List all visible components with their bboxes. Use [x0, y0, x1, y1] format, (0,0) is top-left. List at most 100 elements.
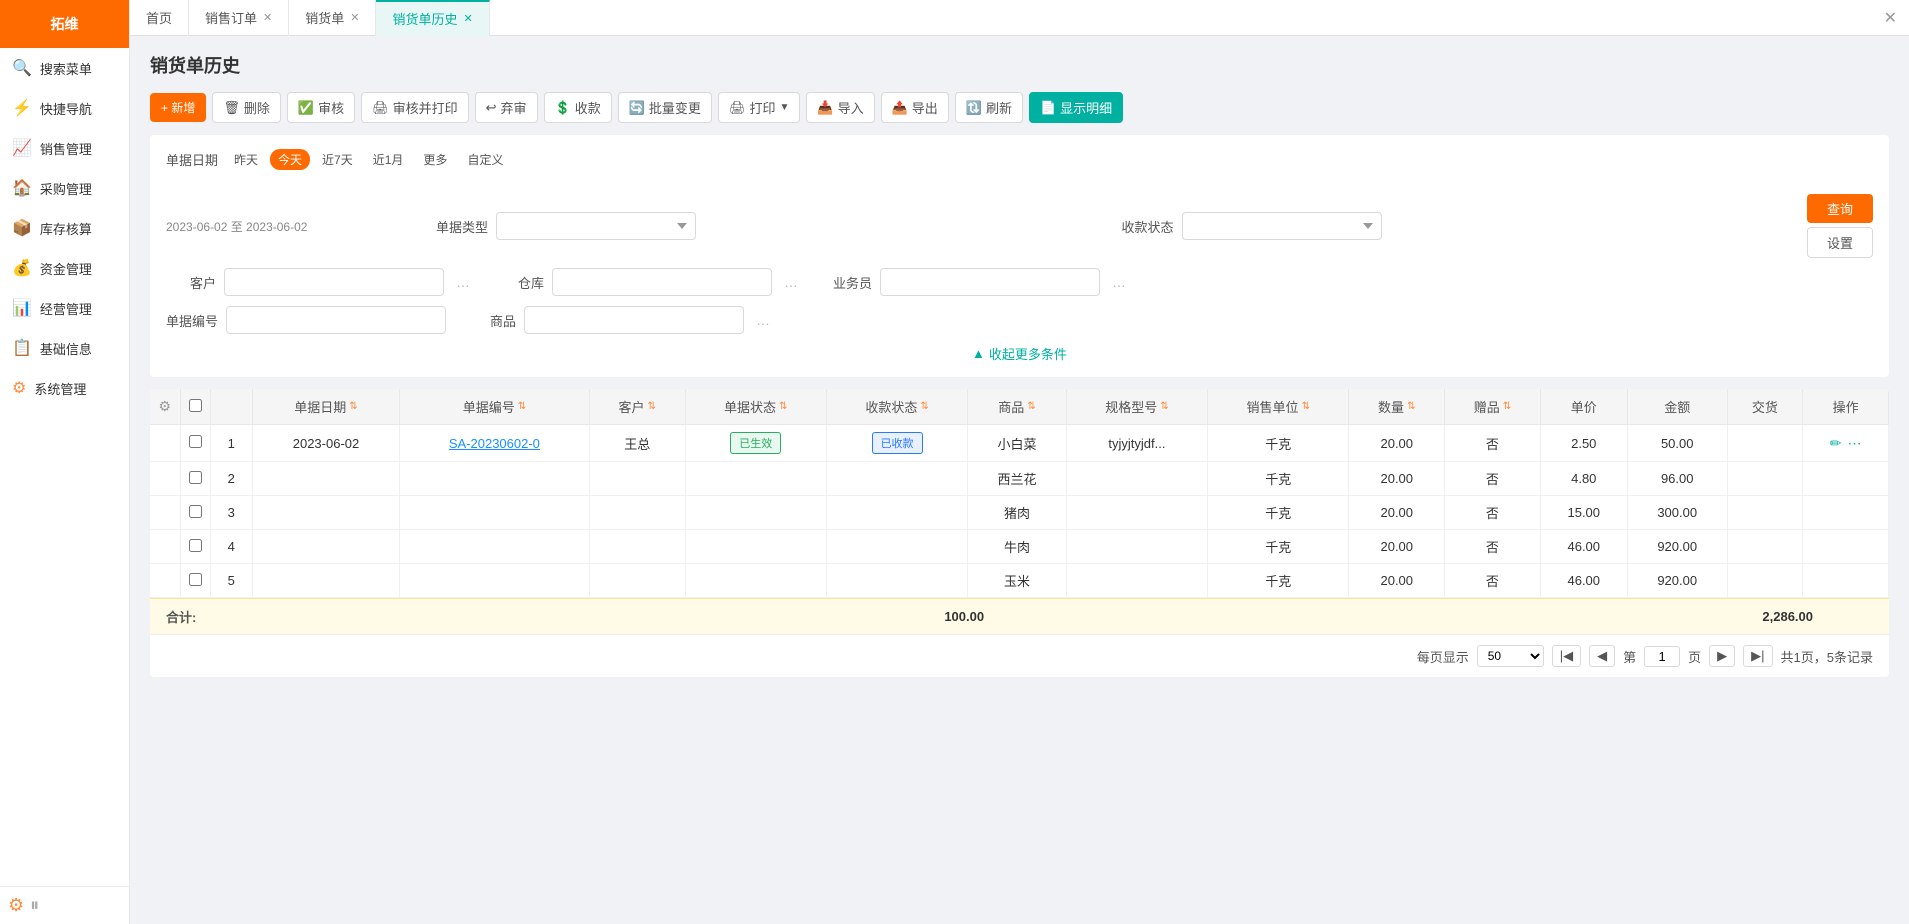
- sort-goods-icon[interactable]: ⇅: [1027, 401, 1035, 412]
- sidebar-item-operations[interactable]: 📊 经营管理: [0, 288, 129, 328]
- sort-doc-no-icon[interactable]: ⇅: [518, 401, 526, 412]
- cell-doc-no-0[interactable]: SA-20230602-0: [399, 425, 589, 462]
- th-customer[interactable]: 客户 ⇅: [589, 389, 685, 425]
- th-doc-status[interactable]: 单据状态 ⇅: [685, 389, 826, 425]
- footer-label: 合计:: [166, 607, 246, 626]
- tab-shipment-close[interactable]: ✕: [350, 11, 359, 24]
- date-7days[interactable]: 近7天: [314, 149, 361, 170]
- sidebar-settings-icon[interactable]: ⚙: [8, 895, 24, 916]
- doc-type-select[interactable]: [496, 212, 696, 240]
- th-doc-date[interactable]: 单据日期 ⇅: [253, 389, 400, 425]
- page-input[interactable]: [1644, 646, 1680, 667]
- prev-page-button[interactable]: ◀: [1589, 645, 1615, 667]
- table-gear-icon[interactable]: ⚙: [158, 398, 171, 414]
- show-detail-button[interactable]: 📄 显示明细: [1029, 92, 1123, 123]
- sort-doc-status-icon[interactable]: ⇅: [779, 401, 787, 412]
- table-scroll[interactable]: ⚙ 单据日期 ⇅: [150, 389, 1889, 598]
- more-icon-0[interactable]: ⋯: [1847, 435, 1861, 452]
- date-1month[interactable]: 近1月: [365, 149, 412, 170]
- audit-print-button[interactable]: 🖨 审核并打印: [361, 92, 469, 123]
- row-checkbox-3[interactable]: [189, 539, 202, 552]
- select-all-checkbox[interactable]: [189, 399, 202, 412]
- doc-no-input[interactable]: [226, 306, 446, 334]
- tab-sales-order[interactable]: 销售订单 ✕: [189, 0, 289, 36]
- sidebar-item-finance[interactable]: 💰 资金管理: [0, 248, 129, 288]
- settings-filter-button[interactable]: 设置: [1807, 227, 1873, 258]
- goods-input[interactable]: [524, 306, 744, 334]
- customer-input[interactable]: [224, 268, 444, 296]
- sidebar-item-inventory[interactable]: 📦 库存核算: [0, 208, 129, 248]
- row-checkbox-1[interactable]: [189, 471, 202, 484]
- th-unit[interactable]: 销售单位 ⇅: [1208, 389, 1349, 425]
- tab-sales-order-close[interactable]: ✕: [263, 11, 272, 24]
- goods-select-icon[interactable]: …: [752, 312, 774, 328]
- filter-actions: 查询 设置: [1807, 194, 1873, 258]
- doc-type-label: 单据类型: [436, 217, 488, 236]
- next-page-button[interactable]: ▶: [1709, 645, 1735, 667]
- tab-home[interactable]: 首页: [130, 0, 189, 36]
- collapse-btn[interactable]: ▲ 收起更多条件: [166, 344, 1873, 363]
- cell-checkbox-0[interactable]: [180, 425, 210, 462]
- per-page-select[interactable]: 50 100 200: [1477, 645, 1544, 667]
- sort-qty-icon[interactable]: ⇅: [1407, 401, 1415, 412]
- sort-gift-icon[interactable]: ⇅: [1503, 401, 1511, 412]
- collect-button[interactable]: 💲 收款: [544, 92, 612, 123]
- cell-goods-3: 牛肉: [968, 530, 1066, 564]
- new-button[interactable]: + 新增: [150, 93, 206, 122]
- sidebar-item-search-menu[interactable]: 🔍 搜索菜单: [0, 48, 129, 88]
- th-spec[interactable]: 规格型号 ⇅: [1066, 389, 1207, 425]
- audit-button[interactable]: ✅ 审核: [287, 92, 355, 123]
- abandon-button[interactable]: ↩ 弃审: [475, 92, 538, 123]
- export-button[interactable]: 📤 导出: [881, 92, 949, 123]
- staff-select-icon[interactable]: …: [1108, 274, 1130, 290]
- query-button[interactable]: 查询: [1807, 194, 1873, 223]
- tab-shipment-history[interactable]: 销货单历史 ✕: [376, 0, 489, 36]
- sidebar-item-sales-mgmt[interactable]: 📈 销售管理: [0, 128, 129, 168]
- th-gift[interactable]: 赠品 ⇅: [1445, 389, 1541, 425]
- staff-input[interactable]: [880, 268, 1100, 296]
- row-checkbox-2[interactable]: [189, 505, 202, 518]
- sidebar-item-basic-info[interactable]: 📋 基础信息: [0, 328, 129, 368]
- th-settings[interactable]: ⚙: [150, 389, 180, 425]
- warehouse-input[interactable]: [552, 268, 772, 296]
- th-goods[interactable]: 商品 ⇅: [968, 389, 1066, 425]
- table-row: 1 2023-06-02 SA-20230602-0 王总 已生效 已收款 小白…: [150, 425, 1889, 462]
- cell-checkbox-4[interactable]: [180, 564, 210, 598]
- collect-status-select[interactable]: [1182, 212, 1382, 240]
- edit-icon-0[interactable]: ✏: [1830, 435, 1842, 452]
- sort-customer-icon[interactable]: ⇅: [648, 401, 656, 412]
- sidebar-item-quick-nav[interactable]: ⚡ 快捷导航: [0, 88, 129, 128]
- date-today[interactable]: 今天: [270, 149, 310, 170]
- last-page-button[interactable]: ▶|: [1743, 645, 1772, 667]
- import-button[interactable]: 📥 导入: [806, 92, 874, 123]
- cell-checkbox-2[interactable]: [180, 496, 210, 530]
- tab-shipment[interactable]: 销货单 ✕: [289, 0, 376, 36]
- sidebar-item-purchase-mgmt[interactable]: 🏠 采购管理: [0, 168, 129, 208]
- th-checkbox[interactable]: [180, 389, 210, 425]
- sort-collect-status-icon[interactable]: ⇅: [920, 401, 928, 412]
- sidebar-pause-icon[interactable]: ⏸: [30, 895, 39, 916]
- th-doc-no[interactable]: 单据编号 ⇅: [399, 389, 589, 425]
- date-custom[interactable]: 自定义: [459, 149, 511, 170]
- batch-change-button[interactable]: 🔄 批量变更: [618, 92, 712, 123]
- sidebar-item-system-mgmt[interactable]: ⚙ 系统管理: [0, 368, 129, 408]
- warehouse-select-icon[interactable]: …: [780, 274, 802, 290]
- date-more[interactable]: 更多: [415, 149, 455, 170]
- delete-button[interactable]: 🗑 删除: [212, 92, 281, 123]
- refresh-button[interactable]: 🔃 刷新: [955, 92, 1023, 123]
- tab-shipment-history-close[interactable]: ✕: [464, 12, 473, 25]
- sort-doc-date-icon[interactable]: ⇅: [349, 401, 357, 412]
- print-button[interactable]: 🖨 打印 ▼: [718, 92, 800, 123]
- tabs-close-all[interactable]: ✕: [1872, 8, 1909, 28]
- row-checkbox-4[interactable]: [189, 573, 202, 586]
- date-yesterday[interactable]: 昨天: [226, 149, 266, 170]
- th-qty[interactable]: 数量 ⇅: [1349, 389, 1445, 425]
- th-collect-status[interactable]: 收款状态 ⇅: [826, 389, 967, 425]
- sort-unit-icon[interactable]: ⇅: [1302, 401, 1310, 412]
- cell-checkbox-3[interactable]: [180, 530, 210, 564]
- first-page-button[interactable]: |◀: [1552, 645, 1581, 667]
- row-checkbox-0[interactable]: [189, 435, 202, 448]
- sort-spec-icon[interactable]: ⇅: [1160, 401, 1168, 412]
- cell-checkbox-1[interactable]: [180, 462, 210, 496]
- customer-select-icon[interactable]: …: [452, 274, 474, 290]
